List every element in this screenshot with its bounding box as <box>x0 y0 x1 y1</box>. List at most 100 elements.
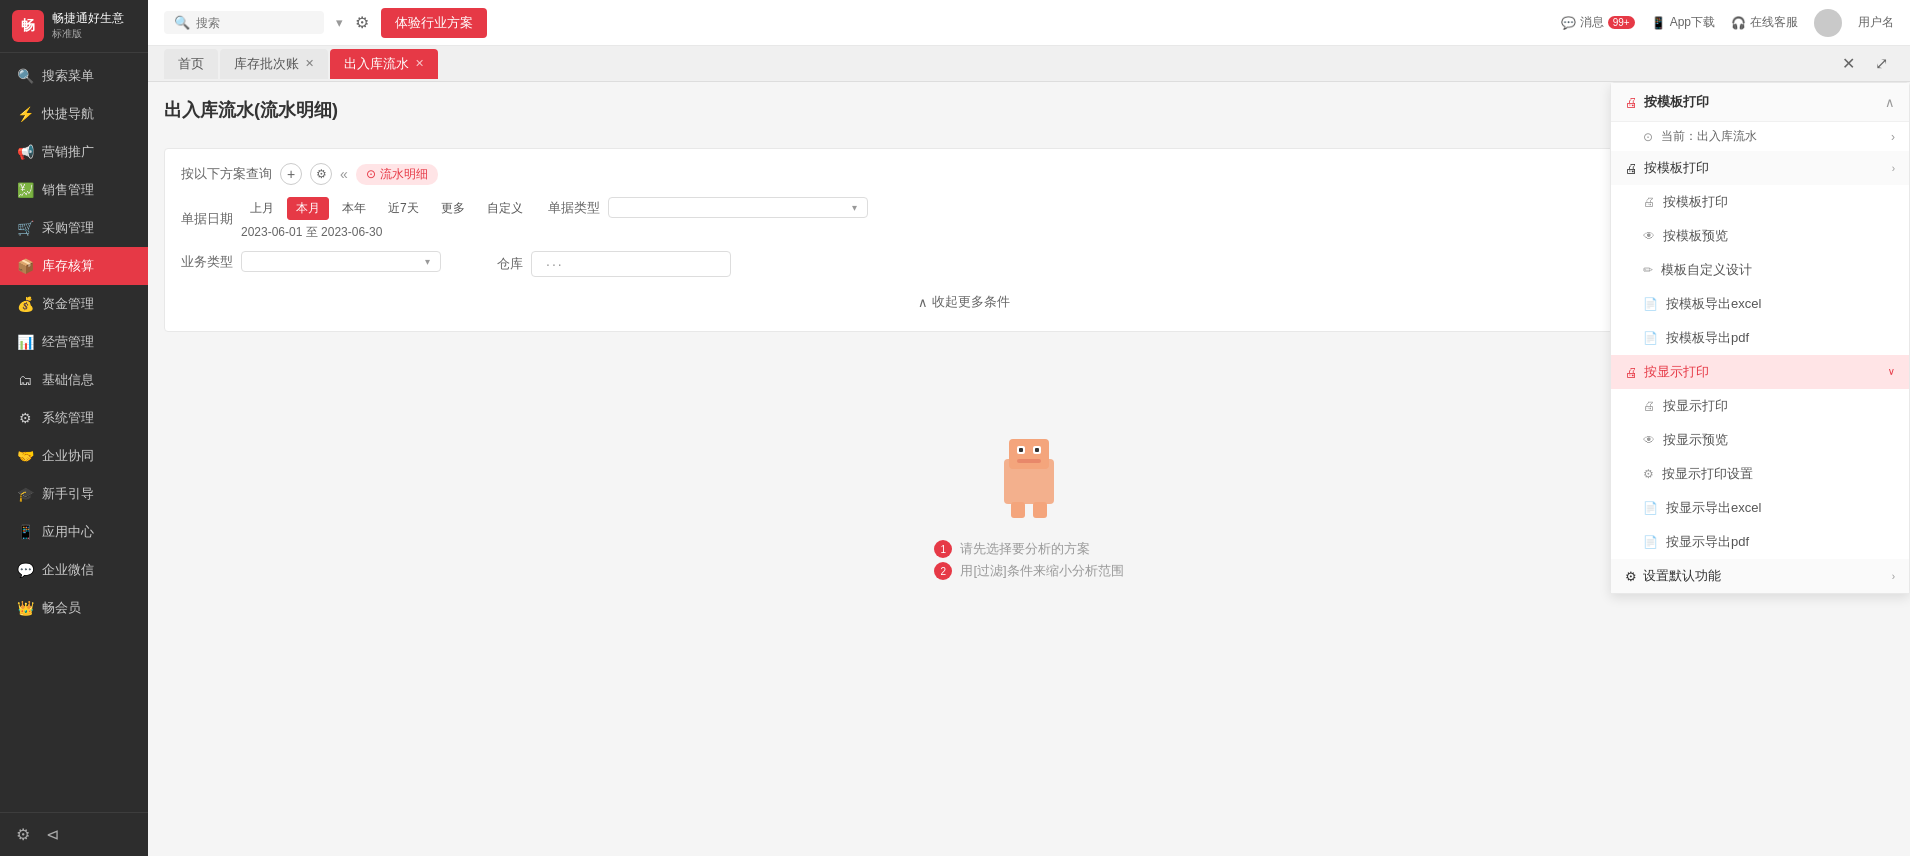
member-icon: 👑 <box>16 600 34 616</box>
display-setting-icon: ⚙ <box>1643 467 1654 481</box>
display-sub-items: 🖨 按显示打印 👁 按显示预览 ⚙ 按显示打印设置 📄 按显示导出excel 📄 <box>1611 389 1909 559</box>
tab-home[interactable]: 首页 <box>164 49 218 79</box>
display-pdf-item[interactable]: 📄 按显示导出pdf <box>1611 525 1909 559</box>
filter-tag[interactable]: ⊙ 流水明细 <box>356 164 438 185</box>
biz-type-select[interactable]: ▾ <box>241 251 441 272</box>
topbar: 🔍 ▾ ⚙ 体验行业方案 💬 消息 99+ 📱 App下载 🎧 在线客服 用户名 <box>148 0 1910 46</box>
sidebar-item-marketing[interactable]: 📢 营销推广 <box>0 133 148 171</box>
msg-icon: 💬 <box>1561 16 1576 30</box>
page-content: 出入库流水(流水明细) 🖨 按模板打印 ∧ ↑ 导出 ↺ 刷新 <box>148 82 1910 856</box>
dropdown-section-display[interactable]: 🖨 按显示打印 ∧ <box>1611 355 1909 389</box>
date-buttons: 上月 本月 本年 近7天 更多 自定义 <box>241 197 532 220</box>
topbar-dropdown-icon[interactable]: ▾ <box>336 15 343 30</box>
display-pdf-icon: 📄 <box>1643 535 1658 549</box>
sidebar-item-quicknav[interactable]: ⚡ 快捷导航 <box>0 95 148 133</box>
sidebar-brand-text: 畅捷通好生意 标准版 <box>52 11 124 41</box>
display-excel-icon: 📄 <box>1643 501 1658 515</box>
tab-expand-btn[interactable]: ⤢ <box>1869 52 1894 75</box>
topbar-gear-icon[interactable]: ⚙ <box>355 13 369 32</box>
sidebar-item-system[interactable]: ⚙ 系统管理 <box>0 399 148 437</box>
filter-add-btn[interactable]: + <box>280 163 302 185</box>
template-pdf-item[interactable]: 📄 按模板导出pdf <box>1611 321 1909 355</box>
search-input[interactable] <box>196 16 314 30</box>
date-btn-7days[interactable]: 近7天 <box>379 197 428 220</box>
quicknav-icon: ⚡ <box>16 106 34 122</box>
dropdown-collapse-icon[interactable]: ∧ <box>1885 95 1895 110</box>
template-print-icon: 🖨 <box>1643 195 1655 209</box>
tab-batch-close[interactable]: ✕ <box>305 57 314 70</box>
tab-close-all-btn[interactable]: ✕ <box>1836 52 1861 75</box>
biz-dropdown-icon: ▾ <box>425 256 430 267</box>
search-menu-icon: 🔍 <box>16 68 34 84</box>
filter-voucher-group: 单据类型 ▾ <box>548 197 868 218</box>
sidebar-item-basic[interactable]: 🗂 基础信息 <box>0 361 148 399</box>
newguide-icon: 🎓 <box>16 486 34 502</box>
dropdown-section-template[interactable]: 🖨 按模板打印 › <box>1611 151 1909 185</box>
sidebar-collapse-icon[interactable]: ⊲ <box>46 825 59 844</box>
sidebar-item-wechat[interactable]: 💬 企业微信 <box>0 551 148 589</box>
display-excel-item[interactable]: 📄 按显示导出excel <box>1611 491 1909 525</box>
svg-rect-5 <box>1035 448 1039 452</box>
tab-flow-close[interactable]: ✕ <box>415 57 424 70</box>
sidebar-item-operation[interactable]: 📊 经营管理 <box>0 323 148 361</box>
sidebar-item-search[interactable]: 🔍 搜索菜单 <box>0 57 148 95</box>
default-section-icon: ⚙ <box>1625 569 1637 584</box>
filter-collapse-btn[interactable]: « <box>340 166 348 182</box>
display-section-arrow: ∧ <box>1888 367 1895 378</box>
voucher-type-select[interactable]: ▾ <box>608 197 868 218</box>
sidebar-item-sales[interactable]: 💹 销售管理 <box>0 171 148 209</box>
sidebar-bottom: ⚙ ⊲ <box>0 812 148 856</box>
sidebar-item-collab[interactable]: 🤝 企业协同 <box>0 437 148 475</box>
avatar[interactable] <box>1814 9 1842 37</box>
purchase-icon: 🛒 <box>16 220 34 236</box>
marketing-icon: 📢 <box>16 144 34 160</box>
filter-date-group: 单据日期 上月 本月 本年 近7天 更多 自定义 2023-06-01 至 20… <box>181 197 532 241</box>
default-section-arrow: › <box>1892 571 1895 582</box>
date-btn-this-year[interactable]: 本年 <box>333 197 375 220</box>
sidebar-item-appcenter[interactable]: 📱 应用中心 <box>0 513 148 551</box>
warehouse-select[interactable]: ··· <box>531 251 731 277</box>
collapse-more-btn[interactable]: ∧ 收起更多条件 <box>912 287 1016 317</box>
filter-biz-group: 业务类型 ▾ <box>181 251 441 272</box>
display-setting-item[interactable]: ⚙ 按显示打印设置 <box>1611 457 1909 491</box>
sidebar-header: 畅 畅捷通好生意 标准版 <box>0 0 148 53</box>
svg-rect-4 <box>1019 448 1023 452</box>
sidebar-item-finance[interactable]: 💰 资金管理 <box>0 285 148 323</box>
template-preview-item[interactable]: 👁 按模板预览 <box>1611 219 1909 253</box>
empty-illustration <box>979 424 1079 524</box>
username[interactable]: 用户名 <box>1858 14 1894 31</box>
template-excel-item[interactable]: 📄 按模板导出excel <box>1611 287 1909 321</box>
sidebar-item-member[interactable]: 👑 畅会员 <box>0 589 148 627</box>
sidebar-item-inventory[interactable]: 📦 库存核算 <box>0 247 148 285</box>
display-preview-item[interactable]: 👁 按显示预览 <box>1611 423 1909 457</box>
topbar-service[interactable]: 🎧 在线客服 <box>1731 14 1798 31</box>
trial-btn[interactable]: 体验行业方案 <box>381 8 487 38</box>
display-print-icon: 🖨 <box>1643 399 1655 413</box>
svg-rect-8 <box>1033 502 1047 518</box>
topbar-search[interactable]: 🔍 <box>164 11 324 34</box>
template-pdf-icon: 📄 <box>1643 331 1658 345</box>
date-btn-custom[interactable]: 自定义 <box>478 197 532 220</box>
sidebar-item-purchase[interactable]: 🛒 采购管理 <box>0 209 148 247</box>
sidebar-settings-icon[interactable]: ⚙ <box>16 825 30 844</box>
topbar-msg[interactable]: 💬 消息 99+ <box>1561 14 1635 31</box>
filter-setting-btn[interactable]: ⚙ <box>310 163 332 185</box>
date-btn-this-month[interactable]: 本月 <box>287 197 329 220</box>
template-print-item[interactable]: 🖨 按模板打印 <box>1611 185 1909 219</box>
display-print-item[interactable]: 🖨 按显示打印 <box>1611 389 1909 423</box>
date-btn-last-month[interactable]: 上月 <box>241 197 283 220</box>
empty-step-2: 2 用[过滤]条件来缩小分析范围 <box>934 562 1123 580</box>
dropdown-section-default[interactable]: ⚙ 设置默认功能 › <box>1611 559 1909 593</box>
template-custom-icon: ✏ <box>1643 263 1653 277</box>
tab-flow[interactable]: 出入库流水 ✕ <box>330 49 438 79</box>
tab-batch[interactable]: 库存批次账 ✕ <box>220 49 328 79</box>
topbar-app[interactable]: 📱 App下载 <box>1651 14 1715 31</box>
collapse-icon: ∧ <box>918 295 928 310</box>
date-btn-more[interactable]: 更多 <box>432 197 474 220</box>
warehouse-more-icon[interactable]: ··· <box>546 256 564 272</box>
sidebar-item-newguide[interactable]: 🎓 新手引导 <box>0 475 148 513</box>
template-custom-item[interactable]: ✏ 模板自定义设计 <box>1611 253 1909 287</box>
topbar-right: 💬 消息 99+ 📱 App下载 🎧 在线客服 用户名 <box>1561 9 1894 37</box>
template-sub-items: 🖨 按模板打印 👁 按模板预览 ✏ 模板自定义设计 📄 按模板导出excel 📄 <box>1611 185 1909 355</box>
wechat-icon: 💬 <box>16 562 34 578</box>
